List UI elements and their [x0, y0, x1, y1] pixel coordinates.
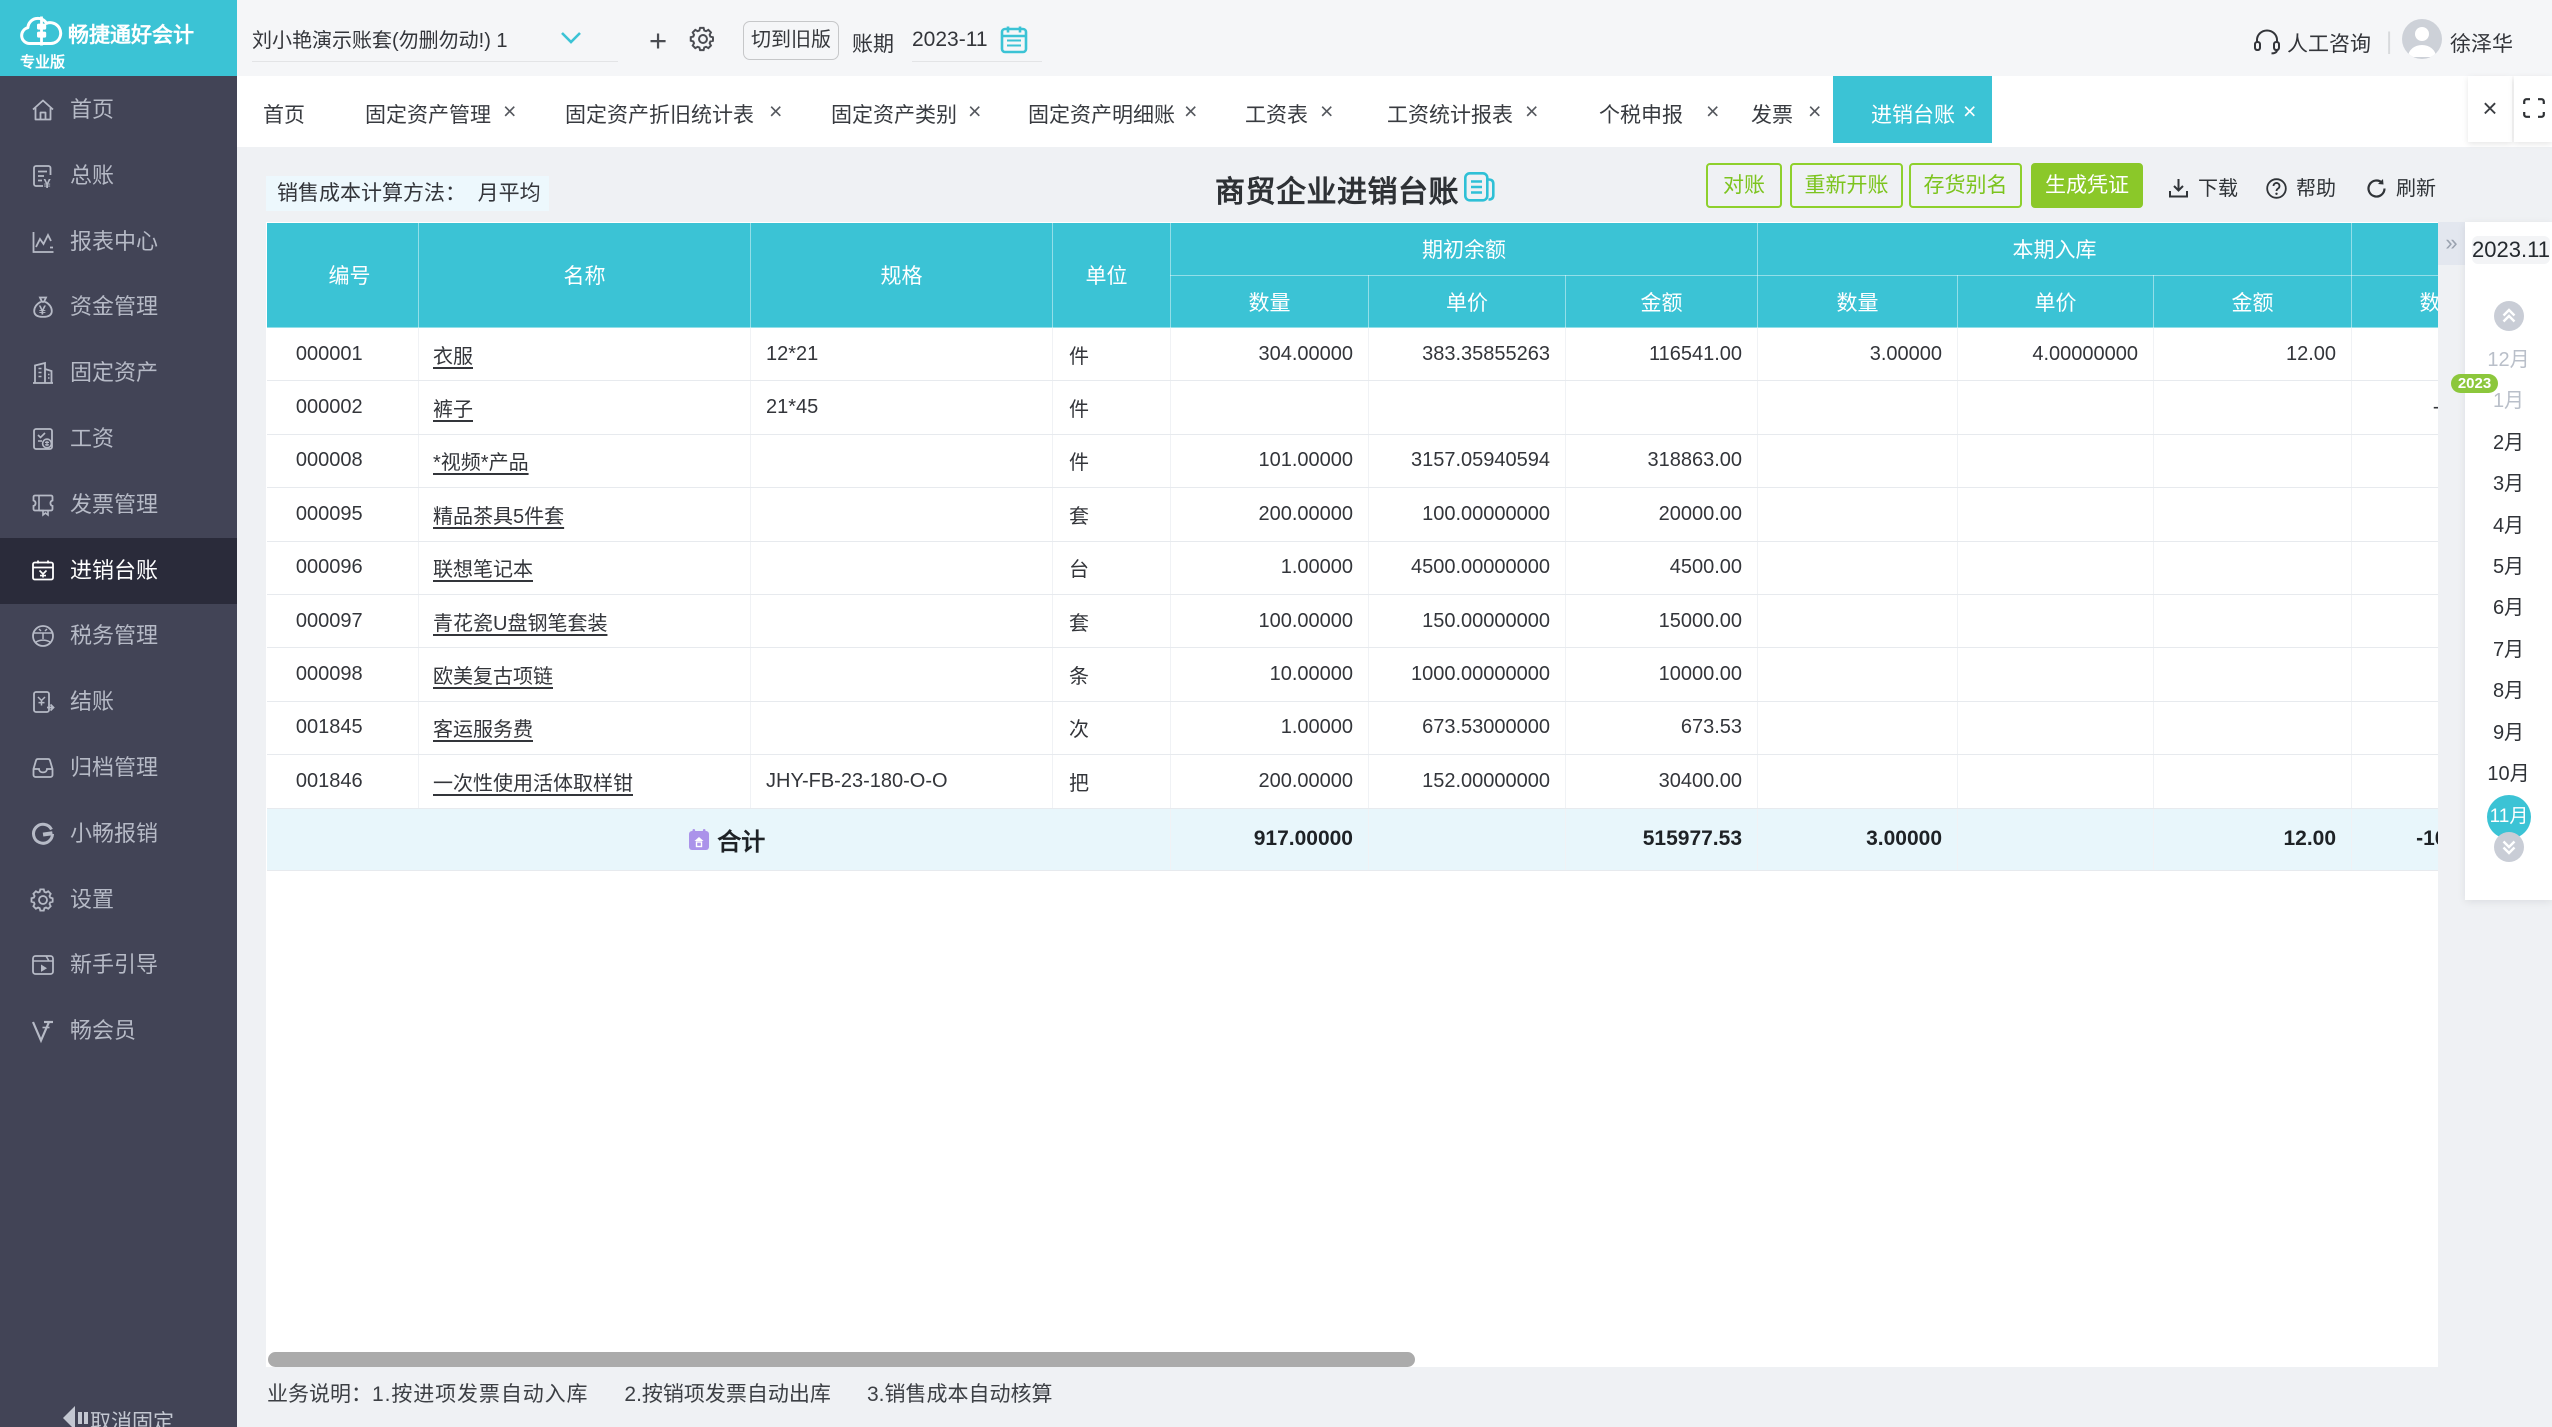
svg-text:¥: ¥	[44, 176, 52, 189]
svg-text:¥: ¥	[39, 303, 47, 318]
